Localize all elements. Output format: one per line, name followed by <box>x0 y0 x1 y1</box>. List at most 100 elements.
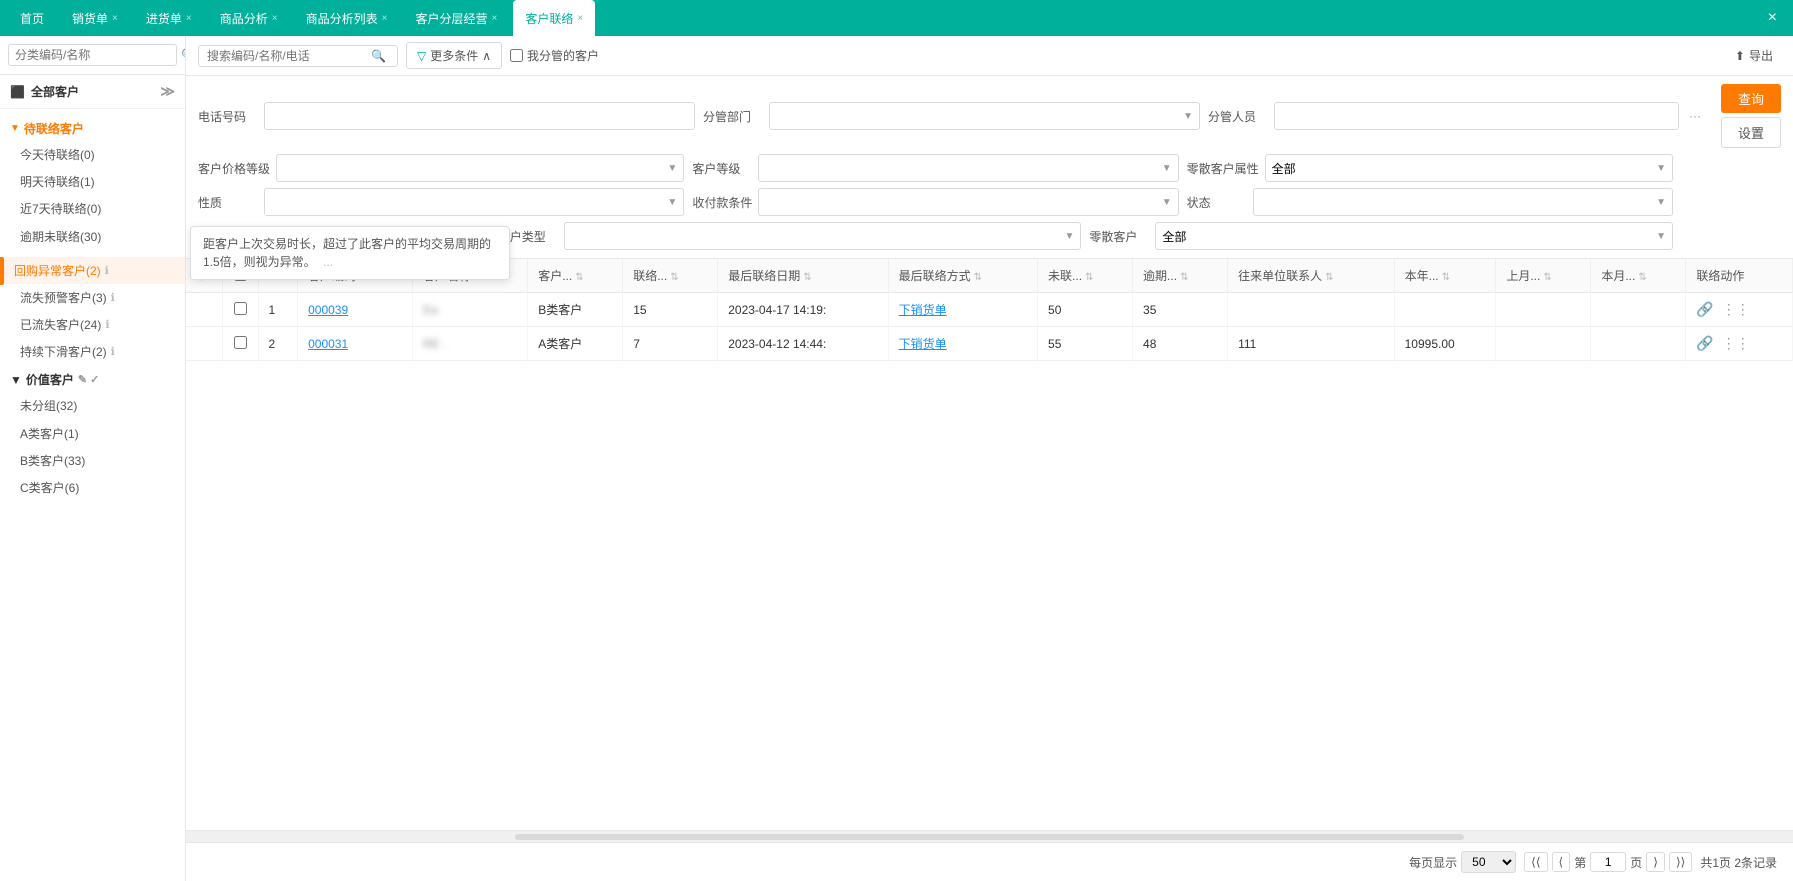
action-link-icon-1[interactable]: 🔗 <box>1696 301 1713 318</box>
close-customer-contact-icon[interactable]: × <box>577 13 583 24</box>
manager-input[interactable] <box>1274 102 1679 130</box>
nav-sales-order[interactable]: 销货单 × <box>60 0 130 36</box>
th-last-contact-method[interactable]: 最后联络方式⇅ <box>888 259 1037 293</box>
scrollbar-track[interactable] <box>515 834 1465 840</box>
sidebar-item-today[interactable]: 今天待联络(0) <box>0 142 185 169</box>
table-body: 1 000039 Ea B类客户 15 2023-04-17 14:19: 下销… <box>186 293 1793 361</box>
my-customers-checkbox-input[interactable] <box>510 49 523 62</box>
sidebar-item-churn-warning[interactable]: 流失预警客户(3) ℹ <box>0 285 185 312</box>
manager-dots[interactable]: ··· <box>1685 109 1705 123</box>
close-customer-tier-icon[interactable]: × <box>491 13 497 24</box>
retail-cust-select[interactable]: 全部 ▼ <box>1155 222 1673 250</box>
filter-search-icon[interactable]: 🔍 <box>371 49 386 63</box>
sidebar-item-class-a[interactable]: A类客户(1) <box>0 421 185 448</box>
th-last-month[interactable]: 上月...⇅ <box>1496 259 1591 293</box>
main-search-input[interactable] <box>207 49 367 63</box>
my-customers-checkbox[interactable]: 我分管的客户 <box>510 47 599 64</box>
dept-select[interactable]: ▼ <box>769 102 1200 130</box>
td-checkbox-1[interactable] <box>222 293 258 327</box>
nav-home[interactable]: 首页 <box>8 0 56 36</box>
field-cust-type: 客户类型 ▼ <box>498 222 1082 250</box>
price-level-select[interactable]: ▼ <box>276 154 684 182</box>
nav-purchase-order[interactable]: 进货单 × <box>134 0 204 36</box>
action-link-icon-2[interactable]: 🔗 <box>1696 335 1713 352</box>
active-item-wrapper: 回购异常客户(2) ℹ <box>0 257 185 285</box>
sidebar-all-customers[interactable]: ⬛ 全部客户 ≫ <box>0 75 185 109</box>
filter-row-1: 电话号码 分管部门 ▼ 分管人员 ··· 查询 设置 <box>198 84 1781 148</box>
nav-product-analysis-list[interactable]: 商品分析列表 × <box>294 0 400 36</box>
more-conditions-btn[interactable]: ▽ 更多条件 ∧ <box>406 42 502 69</box>
first-page-btn[interactable]: ⟨⟨ <box>1524 852 1547 872</box>
td-code-2[interactable]: 000031 <box>298 327 413 361</box>
cust-type-select[interactable]: ▼ <box>564 222 1082 250</box>
th-this-month[interactable]: 本月...⇅ <box>1591 259 1686 293</box>
price-level-label: 客户价格等级 <box>198 160 270 177</box>
nav-customer-tier[interactable]: 客户分层经营 × <box>403 0 509 36</box>
td-last-month-2 <box>1496 327 1591 361</box>
action-grid-icon-1[interactable]: ⋮⋮ <box>1722 301 1750 318</box>
th-last-contact-date[interactable]: 最后联络日期⇅ <box>718 259 888 293</box>
th-contact-count[interactable]: 联络...⇅ <box>623 259 718 293</box>
th-this-year[interactable]: 本年...⇅ <box>1394 259 1496 293</box>
sidebar-item-repurchase-anomaly[interactable]: 回购异常客户(2) ℹ <box>4 257 185 284</box>
window-close-button[interactable]: × <box>1760 5 1785 31</box>
last-page-btn[interactable]: ⟩⟩ <box>1669 852 1692 872</box>
export-btn[interactable]: ⬆ 导出 <box>1727 43 1781 68</box>
td-name-2: RE . <box>413 327 528 361</box>
sidebar-item-churned[interactable]: 已流失客户(24) ℹ <box>0 312 185 339</box>
td-method-2[interactable]: 下销货单 <box>888 327 1037 361</box>
cust-level-select[interactable]: ▼ <box>758 154 1178 182</box>
phone-input[interactable] <box>264 102 695 130</box>
sidebar-item-declining[interactable]: 持续下滑客户(2) ℹ <box>0 339 185 366</box>
action-grid-icon-2[interactable]: ⋮⋮ <box>1722 335 1750 352</box>
next-page-btn[interactable]: ⟩ <box>1646 852 1665 872</box>
close-purchase-order-icon[interactable]: × <box>186 13 192 24</box>
th-contact-person[interactable]: 往来单位联系人⇅ <box>1228 259 1395 293</box>
tooltip-more-icon[interactable]: ... <box>323 255 333 269</box>
value-customer-group[interactable]: ▼ 价值客户 ✎ ✓ <box>0 366 185 393</box>
info-icon-churn-warning[interactable]: ℹ <box>111 290 115 308</box>
sidebar-item-tomorrow[interactable]: 明天待联络(1) <box>0 169 185 196</box>
retail-attr-select[interactable]: 全部 ▼ <box>1265 154 1673 182</box>
row1-checkbox[interactable] <box>234 302 247 315</box>
nature-select[interactable]: ▼ <box>264 188 684 216</box>
td-method-1[interactable]: 下销货单 <box>888 293 1037 327</box>
sort-overdue-icon: ⇅ <box>1180 272 1188 283</box>
payment-select[interactable]: ▼ <box>758 188 1178 216</box>
sidebar-item-class-b[interactable]: B类客户(33) <box>0 448 185 475</box>
td-this-month-2 <box>1591 327 1686 361</box>
td-checkbox-2[interactable] <box>222 327 258 361</box>
th-uncontacted[interactable]: 未联...⇅ <box>1038 259 1133 293</box>
query-btn[interactable]: 查询 <box>1721 84 1781 113</box>
th-overdue[interactable]: 逾期...⇅ <box>1133 259 1228 293</box>
field-payment: 收付款条件 ▼ <box>692 188 1178 216</box>
info-icon-churned[interactable]: ℹ <box>105 317 109 335</box>
scrollbar-area[interactable] <box>186 830 1793 842</box>
payment-label: 收付款条件 <box>692 194 752 211</box>
info-icon-repurchase[interactable]: ℹ <box>105 264 109 277</box>
close-sales-order-icon[interactable]: × <box>112 13 118 24</box>
close-product-analysis-icon[interactable]: × <box>272 13 278 24</box>
pending-contact-title[interactable]: ▼ 待联络客户 <box>0 115 185 142</box>
info-icon-declining[interactable]: ℹ <box>111 344 115 362</box>
sort-date-icon: ⇅ <box>803 272 811 283</box>
edit-group-icon[interactable]: ✎ ✓ <box>78 373 100 386</box>
nav-customer-contact[interactable]: 客户联络 × <box>513 0 595 36</box>
prev-page-btn[interactable]: ⟨ <box>1552 852 1571 872</box>
sidebar-item-class-c[interactable]: C类客户(6) <box>0 475 185 502</box>
sidebar-collapse-btn[interactable]: ≫ <box>160 83 175 100</box>
row2-checkbox[interactable] <box>234 336 247 349</box>
close-product-analysis-list-icon[interactable]: × <box>382 13 388 24</box>
th-cust-type[interactable]: 客户...⇅ <box>528 259 623 293</box>
per-page-select[interactable]: 50 20 100 <box>1461 851 1516 873</box>
sidebar-item-7days[interactable]: 近7天待联络(0) <box>0 196 185 223</box>
page-input[interactable] <box>1590 852 1626 872</box>
td-code-1[interactable]: 000039 <box>298 293 413 327</box>
sidebar-search-input[interactable] <box>8 44 177 66</box>
sidebar-item-overdue[interactable]: 逾期未联络(30) <box>0 224 185 251</box>
sidebar-item-unclassified[interactable]: 未分组(32) <box>0 393 185 420</box>
status-select[interactable]: ▼ <box>1253 188 1673 216</box>
field-cust-level: 客户等级 ▼ <box>692 154 1178 182</box>
set-btn[interactable]: 设置 <box>1721 117 1781 148</box>
nav-product-analysis[interactable]: 商品分析 × <box>208 0 290 36</box>
